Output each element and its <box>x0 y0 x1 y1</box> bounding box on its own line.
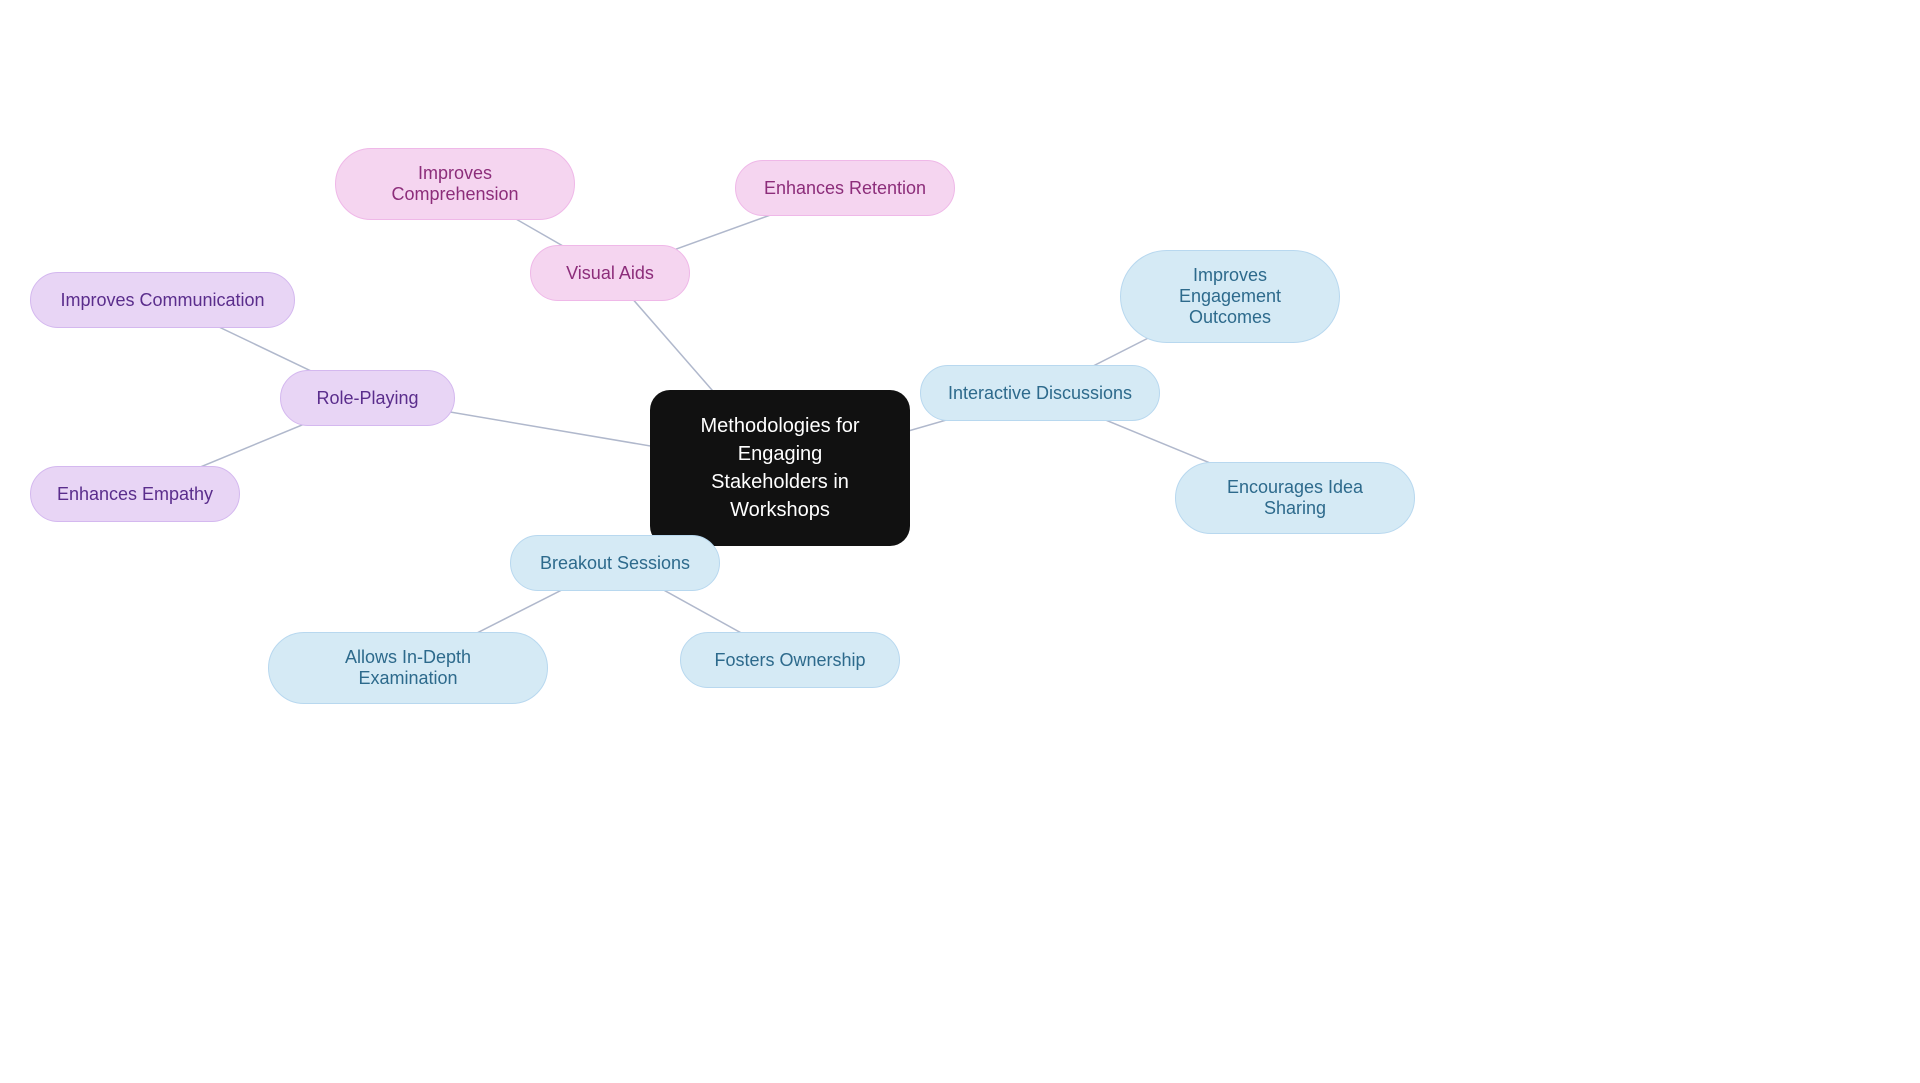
role-playing-node: Role-Playing <box>280 370 455 426</box>
enhances-retention-node: Enhances Retention <box>735 160 955 216</box>
enhances-empathy-node: Enhances Empathy <box>30 466 240 522</box>
visual-aids-node: Visual Aids <box>530 245 690 301</box>
center-node: Methodologies for Engaging Stakeholders … <box>650 390 910 546</box>
improves-communication-node: Improves Communication <box>30 272 295 328</box>
breakout-sessions-node: Breakout Sessions <box>510 535 720 591</box>
allows-in-depth-node: Allows In-Depth Examination <box>268 632 548 704</box>
interactive-discussions-node: Interactive Discussions <box>920 365 1160 421</box>
encourages-idea-sharing-node: Encourages Idea Sharing <box>1175 462 1415 534</box>
improves-comprehension-node: Improves Comprehension <box>335 148 575 220</box>
improves-engagement-node: Improves Engagement Outcomes <box>1120 250 1340 343</box>
fosters-ownership-node: Fosters Ownership <box>680 632 900 688</box>
